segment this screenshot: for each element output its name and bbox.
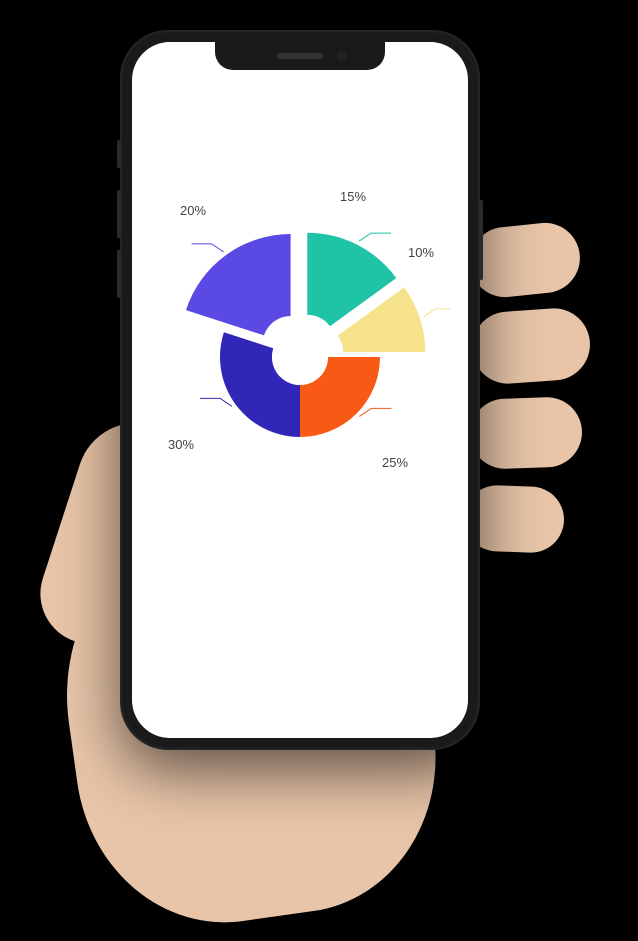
pie-donut-hole [272, 329, 328, 385]
phone-speaker [277, 53, 323, 59]
pie-slice-label: 25% [382, 455, 408, 470]
pie-slice-label: 10% [408, 245, 434, 260]
pie-slice-label: 30% [168, 437, 194, 452]
phone-volume-down-button [117, 250, 121, 298]
phone-silence-switch [117, 140, 121, 168]
phone-power-button [479, 200, 483, 280]
phone-front-camera [337, 51, 347, 61]
pie-slice [186, 234, 291, 335]
pie-slice-label: 15% [340, 189, 366, 204]
phone-screen: 15% 10% 25% 30% 20% [132, 42, 468, 738]
pie-slice-label: 20% [180, 203, 206, 218]
phone-frame: 15% 10% 25% 30% 20% [120, 30, 480, 750]
pie-chart: 15% 10% 25% 30% 20% [150, 197, 450, 497]
pie-chart-svg [150, 197, 450, 497]
phone-volume-up-button [117, 190, 121, 238]
phone-notch [215, 42, 385, 70]
